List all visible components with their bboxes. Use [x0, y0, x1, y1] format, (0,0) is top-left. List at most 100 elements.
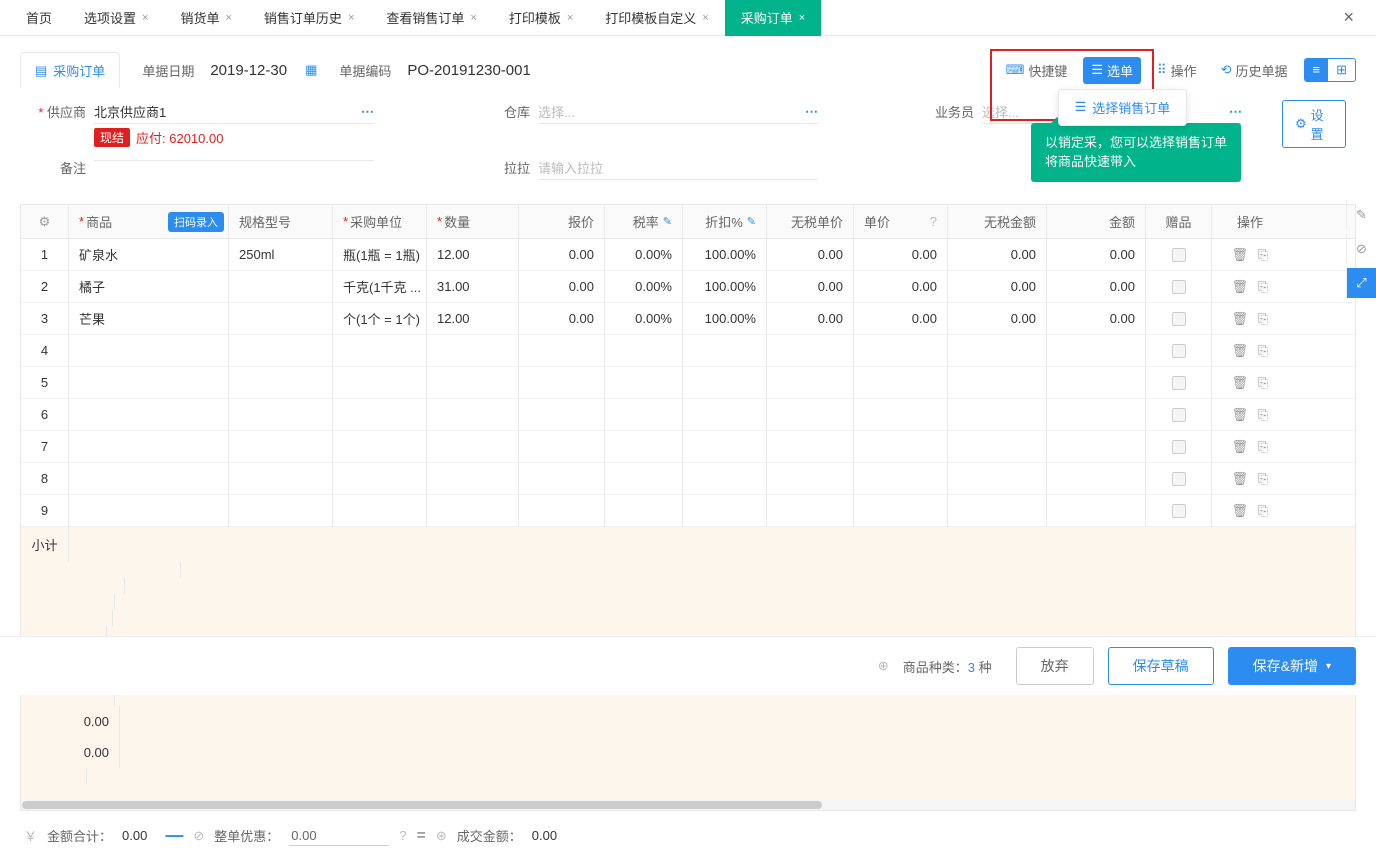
delete-icon[interactable]: 🗑	[1232, 503, 1249, 519]
date-value[interactable]: 2019-12-30	[210, 62, 287, 79]
th-index[interactable]: ⚙	[21, 205, 69, 238]
delete-icon[interactable]: 🗑	[1232, 343, 1249, 359]
rail-expand[interactable]: ⤢	[1346, 268, 1376, 298]
rail-link[interactable]: ⊘	[1346, 234, 1376, 264]
settings-button[interactable]: ⚙ 设置	[1282, 100, 1346, 148]
delete-icon[interactable]: 🗑	[1232, 439, 1249, 455]
table-row[interactable]: 2橘子千克(1千克 ...31.000.000.00%100.00%0.000.…	[21, 271, 1355, 303]
copy-icon[interactable]: ⎘	[1258, 439, 1268, 455]
gift-checkbox[interactable]	[1172, 504, 1186, 518]
gift-checkbox[interactable]	[1172, 472, 1186, 486]
select-sales-order-option[interactable]: ☰ 选择销售订单	[1058, 89, 1188, 126]
save-draft-button[interactable]: 保存草稿	[1108, 647, 1214, 685]
doc-title[interactable]: ▤ 采购订单	[20, 52, 120, 88]
close-icon[interactable]: ×	[702, 12, 708, 24]
save-new-button[interactable]: 保存&新增 ▾	[1228, 647, 1356, 685]
th-amt: 金额	[1047, 205, 1146, 238]
rail-note[interactable]: ✎	[1346, 200, 1376, 230]
warehouse-input[interactable]: 选择... ⋯	[538, 100, 818, 124]
copy-icon[interactable]: ⎘	[1258, 503, 1268, 519]
calendar-icon[interactable]: ▦	[305, 62, 317, 78]
gift-checkbox[interactable]	[1172, 408, 1186, 422]
copy-icon[interactable]: ⎘	[1258, 407, 1268, 423]
copy-icon[interactable]: ⎘	[1258, 343, 1268, 359]
table-row[interactable]: 5🗑⎘	[21, 367, 1355, 399]
close-icon[interactable]: ×	[142, 12, 148, 24]
gift-checkbox[interactable]	[1172, 248, 1186, 262]
gift-checkbox[interactable]	[1172, 440, 1186, 454]
table-row[interactable]: 9🗑⎘	[21, 495, 1355, 527]
side-rail: ✎ ⊘ ⤢	[1346, 200, 1376, 298]
copy-icon[interactable]: ⎘	[1258, 375, 1268, 391]
ops-button[interactable]: ⠿操作	[1149, 57, 1205, 84]
gift-checkbox[interactable]	[1172, 376, 1186, 390]
gift-checkbox[interactable]	[1172, 344, 1186, 358]
bottom-bar: ⊕ 商品种类：3 种 放弃 保存草稿 保存&新增 ▾	[0, 636, 1376, 695]
discount-input[interactable]: 0.00	[289, 826, 389, 846]
gear-icon[interactable]: ⚙	[39, 214, 51, 230]
close-icon[interactable]: ×	[348, 12, 354, 24]
history-button[interactable]: ⟲历史单据	[1213, 57, 1296, 84]
deal-label: 成交金额：	[457, 826, 522, 845]
table-row[interactable]: 7🗑⎘	[21, 431, 1355, 463]
close-icon[interactable]: ×	[470, 12, 476, 24]
supplier-label: 供应商	[30, 100, 86, 121]
abandon-button[interactable]: 放弃	[1016, 647, 1094, 685]
close-icon[interactable]: ×	[225, 12, 231, 24]
edit-icon[interactable]: ✎	[747, 215, 756, 228]
delete-icon[interactable]: 🗑	[1232, 375, 1249, 391]
tab-sales-bill[interactable]: 销货单×	[164, 0, 247, 36]
copy-icon[interactable]: ⎘	[1258, 279, 1268, 295]
help-icon[interactable]: ?	[930, 214, 937, 229]
delete-icon[interactable]: 🗑	[1232, 247, 1249, 263]
table-row[interactable]: 3芒果个(1个 = 1个)12.000.000.00%100.00%0.000.…	[21, 303, 1355, 335]
tab-print-custom[interactable]: 打印模板自定义×	[589, 0, 724, 36]
remark-label: 备注	[30, 156, 86, 177]
warehouse-label: 仓库	[474, 100, 530, 121]
gift-checkbox[interactable]	[1172, 280, 1186, 294]
order-icon: ☰	[1075, 99, 1087, 115]
table-row[interactable]: 4🗑⎘	[21, 335, 1355, 367]
scan-badge[interactable]: 扫码录入	[168, 212, 224, 232]
close-icon[interactable]: ×	[567, 12, 573, 24]
th-qty: *数量	[427, 205, 519, 238]
tab-print-template[interactable]: 打印模板×	[493, 0, 589, 36]
close-icon[interactable]: ×	[799, 12, 805, 24]
copy-icon[interactable]: ⎘	[1258, 247, 1268, 263]
view-list[interactable]: ≡	[1305, 59, 1329, 81]
tab-sales-history[interactable]: 销售订单历史×	[248, 0, 370, 36]
sum-label: 金额合计：	[47, 826, 112, 845]
lala-input[interactable]: 请输入拉拉	[538, 156, 818, 180]
table-row[interactable]: 8🗑⎘	[21, 463, 1355, 495]
copy-icon[interactable]: ⎘	[1258, 471, 1268, 487]
delete-icon[interactable]: 🗑	[1232, 407, 1249, 423]
gift-checkbox[interactable]	[1172, 312, 1186, 326]
close-all-icon[interactable]: ×	[1331, 7, 1366, 28]
tab-purchase-order[interactable]: 采购订单×	[725, 0, 821, 36]
warehouse-field: 仓库 选择... ⋯	[474, 100, 818, 124]
edit-icon[interactable]: ✎	[663, 215, 672, 228]
copy-icon[interactable]: ⎘	[1258, 311, 1268, 327]
supplier-input[interactable]: 北京供应商1 ⋯	[94, 100, 374, 124]
more-icon[interactable]: ⋯	[361, 104, 374, 120]
more-icon[interactable]: ⋯	[805, 104, 818, 120]
keyboard-icon: ⌨	[1006, 62, 1025, 78]
th-notax-amt: 无税金额	[948, 205, 1047, 238]
tab-home[interactable]: 首页	[10, 0, 68, 36]
tab-view-sales[interactable]: 查看销售订单×	[370, 0, 492, 36]
delete-icon[interactable]: 🗑	[1232, 471, 1249, 487]
more-icon[interactable]: ⋯	[1229, 104, 1242, 120]
view-card[interactable]: ⊞	[1328, 59, 1355, 81]
help-icon[interactable]: ?	[399, 828, 406, 843]
delete-icon[interactable]: 🗑	[1232, 279, 1249, 295]
chevron-down-icon[interactable]: ▾	[1326, 661, 1331, 672]
supplier-field: 供应商 北京供应商1 ⋯ 现结 应付: 62010.00	[30, 100, 374, 147]
table-row[interactable]: 1矿泉水250ml瓶(1瓶 = 1瓶)12.000.000.00%100.00%…	[21, 239, 1355, 271]
select-order-button[interactable]: ☰选单	[1083, 57, 1141, 84]
remark-input[interactable]	[94, 156, 374, 161]
h-scrollbar[interactable]	[21, 800, 1355, 810]
table-row[interactable]: 6🗑⎘	[21, 399, 1355, 431]
delete-icon[interactable]: 🗑	[1232, 311, 1249, 327]
tab-options[interactable]: 选项设置×	[68, 0, 164, 36]
shortcut-button[interactable]: ⌨快捷键	[998, 57, 1076, 84]
